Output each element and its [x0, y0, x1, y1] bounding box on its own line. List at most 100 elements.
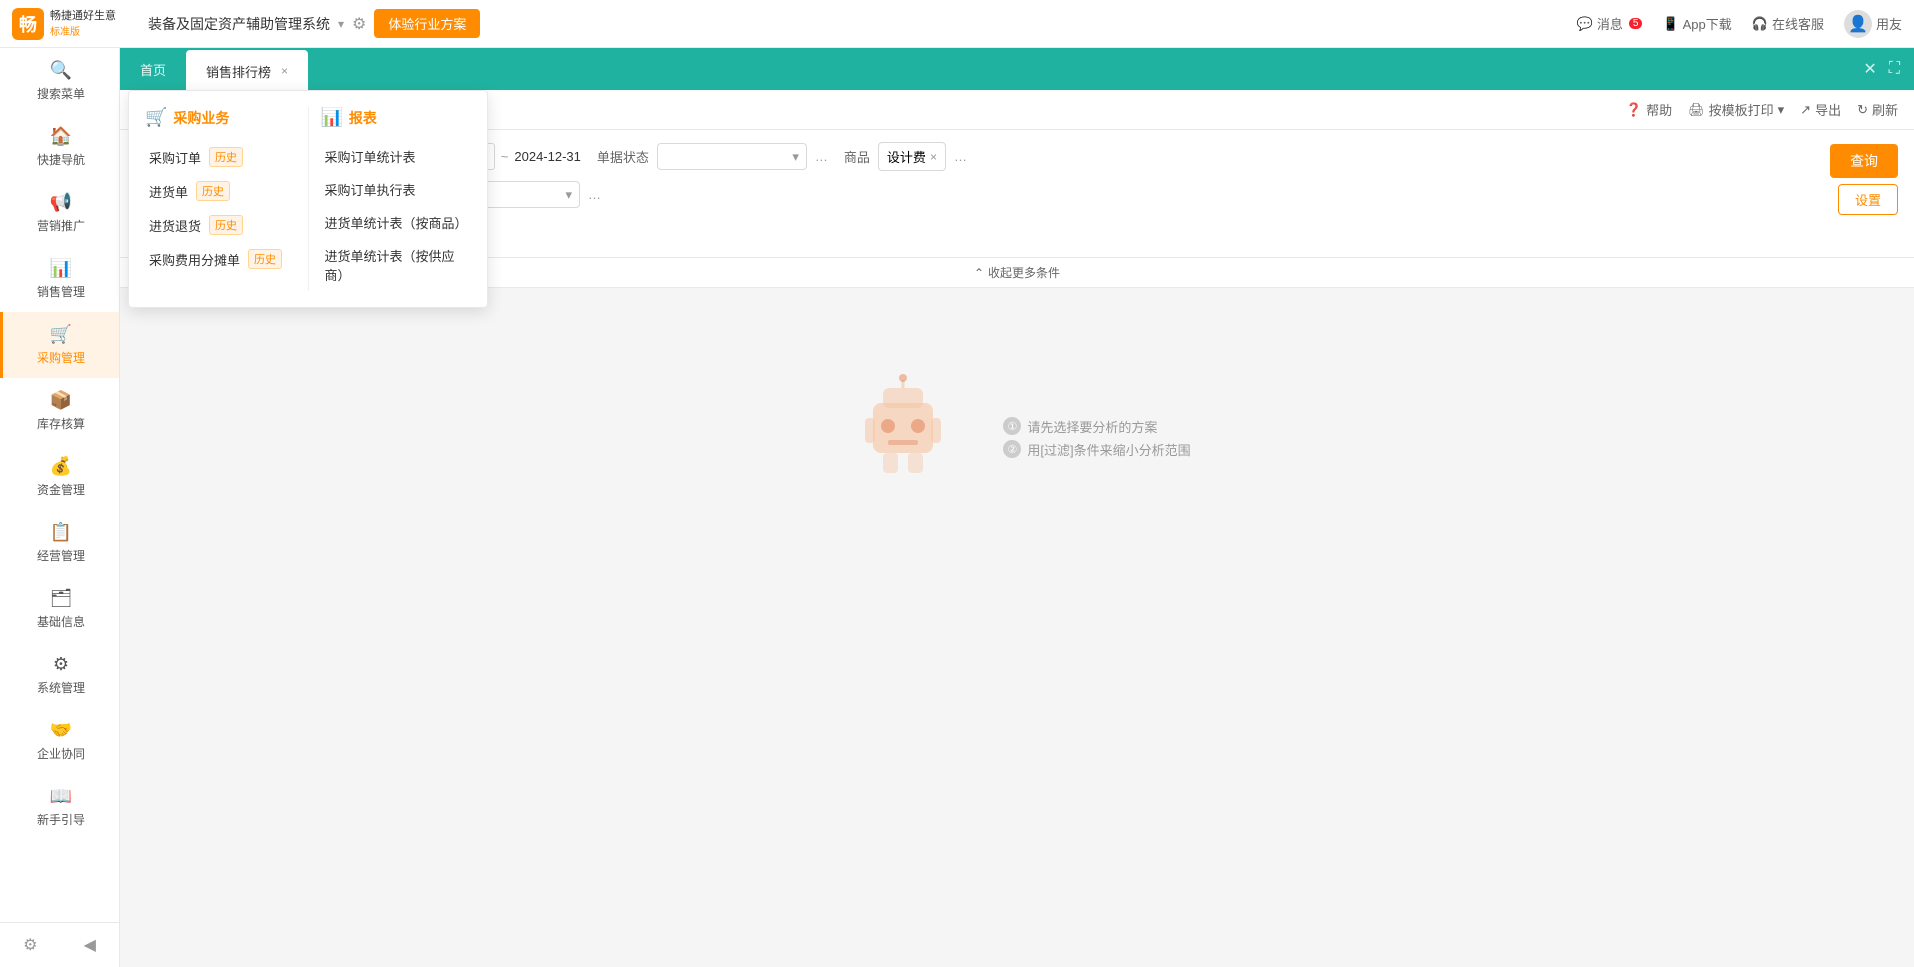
sales-icon: 📊	[50, 258, 72, 279]
history-badge-2[interactable]: 历史	[209, 215, 243, 235]
goods-tag-close[interactable]: ×	[930, 150, 937, 164]
tab-close-all-icon[interactable]: ✕	[1859, 55, 1880, 83]
empty-tips: ① 请先选择要分析的方案 ② 用[过滤]条件来缩小分析范围	[1003, 413, 1190, 463]
headset-icon: 🎧	[1752, 16, 1768, 32]
sidebar-item-search[interactable]: 🔍 搜索菜单	[0, 48, 119, 114]
basic-icon: 🗂	[50, 588, 73, 609]
purchase-icon: 🛒	[50, 324, 72, 345]
date-separator: ~	[501, 149, 509, 164]
phone-icon: 📱	[1662, 16, 1678, 32]
sidebar-item-quicknav[interactable]: 🏠 快捷导航	[0, 114, 119, 180]
top-bar-center: 装备及固定资产辅助管理系统 ▾ ⚙ 体验行业方案	[132, 9, 1577, 38]
search-icon: 🔍	[50, 60, 72, 81]
tab-home[interactable]: 首页	[120, 48, 186, 90]
tab-bar: 首页 销售排行榜 × ✕ ⛶	[120, 48, 1914, 90]
refresh-icon: ↻	[1857, 102, 1868, 118]
sidebar: 🔍 搜索菜单 🏠 快捷导航 📢 营销推广 📊 销售管理 🛒 采购管理 📦 库存核…	[0, 48, 120, 967]
help-btn[interactable]: ❓ 帮助	[1626, 100, 1672, 119]
inventory-icon: 📦	[50, 390, 72, 411]
sidebar-item-finance[interactable]: 💰 资金管理	[0, 444, 119, 510]
history-badge-3[interactable]: 历史	[248, 249, 282, 269]
tip-num-2: ②	[1003, 440, 1021, 458]
marketing-icon: 📢	[50, 192, 72, 213]
history-badge-1[interactable]: 历史	[196, 181, 230, 201]
dropdown-item-inbound-stats-supplier[interactable]: 进货单统计表（按供应商）	[321, 239, 472, 291]
help-icon: ❓	[1626, 102, 1642, 118]
goods-tag: 设计费 ×	[878, 142, 946, 171]
salesperson-ellipsis[interactable]: …	[588, 187, 601, 202]
sidebar-item-guide[interactable]: 📖 新手引导	[0, 774, 119, 840]
system-icon: ⚙	[53, 654, 69, 675]
app-download-btn[interactable]: 📱 App下载	[1662, 14, 1731, 33]
messages-badge: 5	[1629, 18, 1643, 29]
dropdown-item-purchase-expense[interactable]: 采购费用分摊单 历史	[145, 242, 296, 276]
system-title: 装备及固定资产辅助管理系统	[148, 14, 330, 34]
user-btn[interactable]: 👤 用友	[1844, 10, 1902, 38]
purchase-col: 🛒 采购业务 采购订单 历史 进货单 历史 进货退货 历史 采购费用分摊单 历史	[145, 107, 296, 291]
message-icon: 💬	[1577, 16, 1593, 32]
doc-status-filter: 单据状态 …	[597, 143, 828, 170]
dropdown-divider	[308, 107, 309, 291]
doc-status-ellipsis[interactable]: …	[815, 149, 828, 164]
empty-tip-1: ① 请先选择要分析的方案	[1003, 417, 1190, 436]
sidebar-item-system[interactable]: ⚙ 系统管理	[0, 642, 119, 708]
purchase-dropdown-menu: 🛒 采购业务 采购订单 历史 进货单 历史 进货退货 历史 采购费用分摊单 历史…	[128, 90, 488, 308]
goods-filter: 商品 设计费 × …	[844, 142, 967, 171]
dropdown-item-inbound[interactable]: 进货单 历史	[145, 174, 296, 208]
query-btn[interactable]: 查询	[1830, 144, 1898, 178]
dropdown-item-inbound-return[interactable]: 进货退货 历史	[145, 208, 296, 242]
empty-tip-2: ② 用[过滤]条件来缩小分析范围	[1003, 440, 1190, 459]
sidebar-item-marketing[interactable]: 📢 营销推广	[0, 180, 119, 246]
logo-badge: 标准版	[50, 23, 116, 38]
goods-ellipsis[interactable]: …	[954, 149, 967, 164]
tab-bar-right: ✕ ⛶	[1859, 55, 1914, 83]
sidebar-item-purchase[interactable]: 🛒 采购管理	[0, 312, 119, 378]
report-col: 📊 报表 采购订单统计表 采购订单执行表 进货单统计表（按商品） 进货单统计表（…	[321, 107, 472, 291]
tab-sales-rank[interactable]: 销售排行榜 ×	[186, 50, 308, 92]
doc-status-select-wrapper	[657, 143, 807, 170]
industry-btn[interactable]: 体验行业方案	[374, 9, 480, 38]
purchase-section-title: 🛒 采购业务	[145, 107, 296, 128]
dropdown-item-purchase-order[interactable]: 采购订单 历史	[145, 140, 296, 174]
logo-icon: 畅	[12, 8, 44, 40]
date-end-value: 2024-12-31	[514, 149, 581, 164]
sidebar-bottom: ⚙ ◀	[0, 922, 119, 967]
sidebar-item-basic[interactable]: 🗂 基础信息	[0, 576, 119, 642]
messages-btn[interactable]: 💬 消息 5	[1577, 14, 1643, 33]
online-service-btn[interactable]: 🎧 在线客服	[1752, 14, 1824, 33]
finance-icon: 💰	[50, 456, 72, 477]
sidebar-item-operations[interactable]: 📋 经营管理	[0, 510, 119, 576]
purchase-section-icon: 🛒	[145, 107, 167, 128]
logo-area: 畅 畅捷通好生意 标准版	[12, 8, 132, 40]
export-icon: ↗	[1800, 102, 1811, 118]
export-btn[interactable]: ↗ 导出	[1800, 100, 1841, 119]
tab-close-icon[interactable]: ×	[281, 64, 288, 78]
template-print-btn[interactable]: 🖨 按模板打印 ▾	[1688, 100, 1784, 119]
print-dropdown-icon[interactable]: ▾	[1778, 102, 1785, 118]
print-icon: 🖨	[1688, 102, 1705, 118]
system-dropdown-arrow[interactable]: ▾	[338, 17, 344, 31]
tab-restore-icon[interactable]: ⛶	[1885, 56, 1904, 82]
sidebar-settings-btn[interactable]: ⚙	[15, 931, 45, 959]
dropdown-item-order-exec[interactable]: 采购订单执行表	[321, 173, 472, 206]
refresh-btn[interactable]: ↻ 刷新	[1857, 100, 1898, 119]
guide-icon: 📖	[50, 786, 72, 807]
sidebar-item-inventory[interactable]: 📦 库存核算	[0, 378, 119, 444]
history-badge-0[interactable]: 历史	[209, 147, 243, 167]
goods-label: 商品	[844, 147, 870, 166]
logo-text: 畅捷通好生意	[50, 9, 116, 23]
home-icon: 🏠	[50, 126, 72, 147]
top-bar-right: 💬 消息 5 📱 App下载 🎧 在线客服 👤 用友	[1577, 10, 1902, 38]
sidebar-item-sales[interactable]: 📊 销售管理	[0, 246, 119, 312]
sidebar-item-enterprise[interactable]: 🤝 企业协同	[0, 708, 119, 774]
sidebar-collapse-btn[interactable]: ◀	[76, 931, 104, 959]
doc-status-select[interactable]	[657, 143, 807, 170]
dropdown-item-inbound-stats-goods[interactable]: 进货单统计表（按商品）	[321, 206, 472, 239]
enterprise-icon: 🤝	[50, 720, 72, 741]
settings-btn[interactable]: 设置	[1838, 184, 1898, 215]
dropdown-item-order-stats[interactable]: 采购订单统计表	[321, 140, 472, 173]
doc-status-label: 单据状态	[597, 147, 649, 166]
report-section-icon: 📊	[321, 107, 343, 128]
report-section-title: 📊 报表	[321, 107, 472, 128]
system-settings-icon[interactable]: ⚙	[352, 14, 366, 34]
